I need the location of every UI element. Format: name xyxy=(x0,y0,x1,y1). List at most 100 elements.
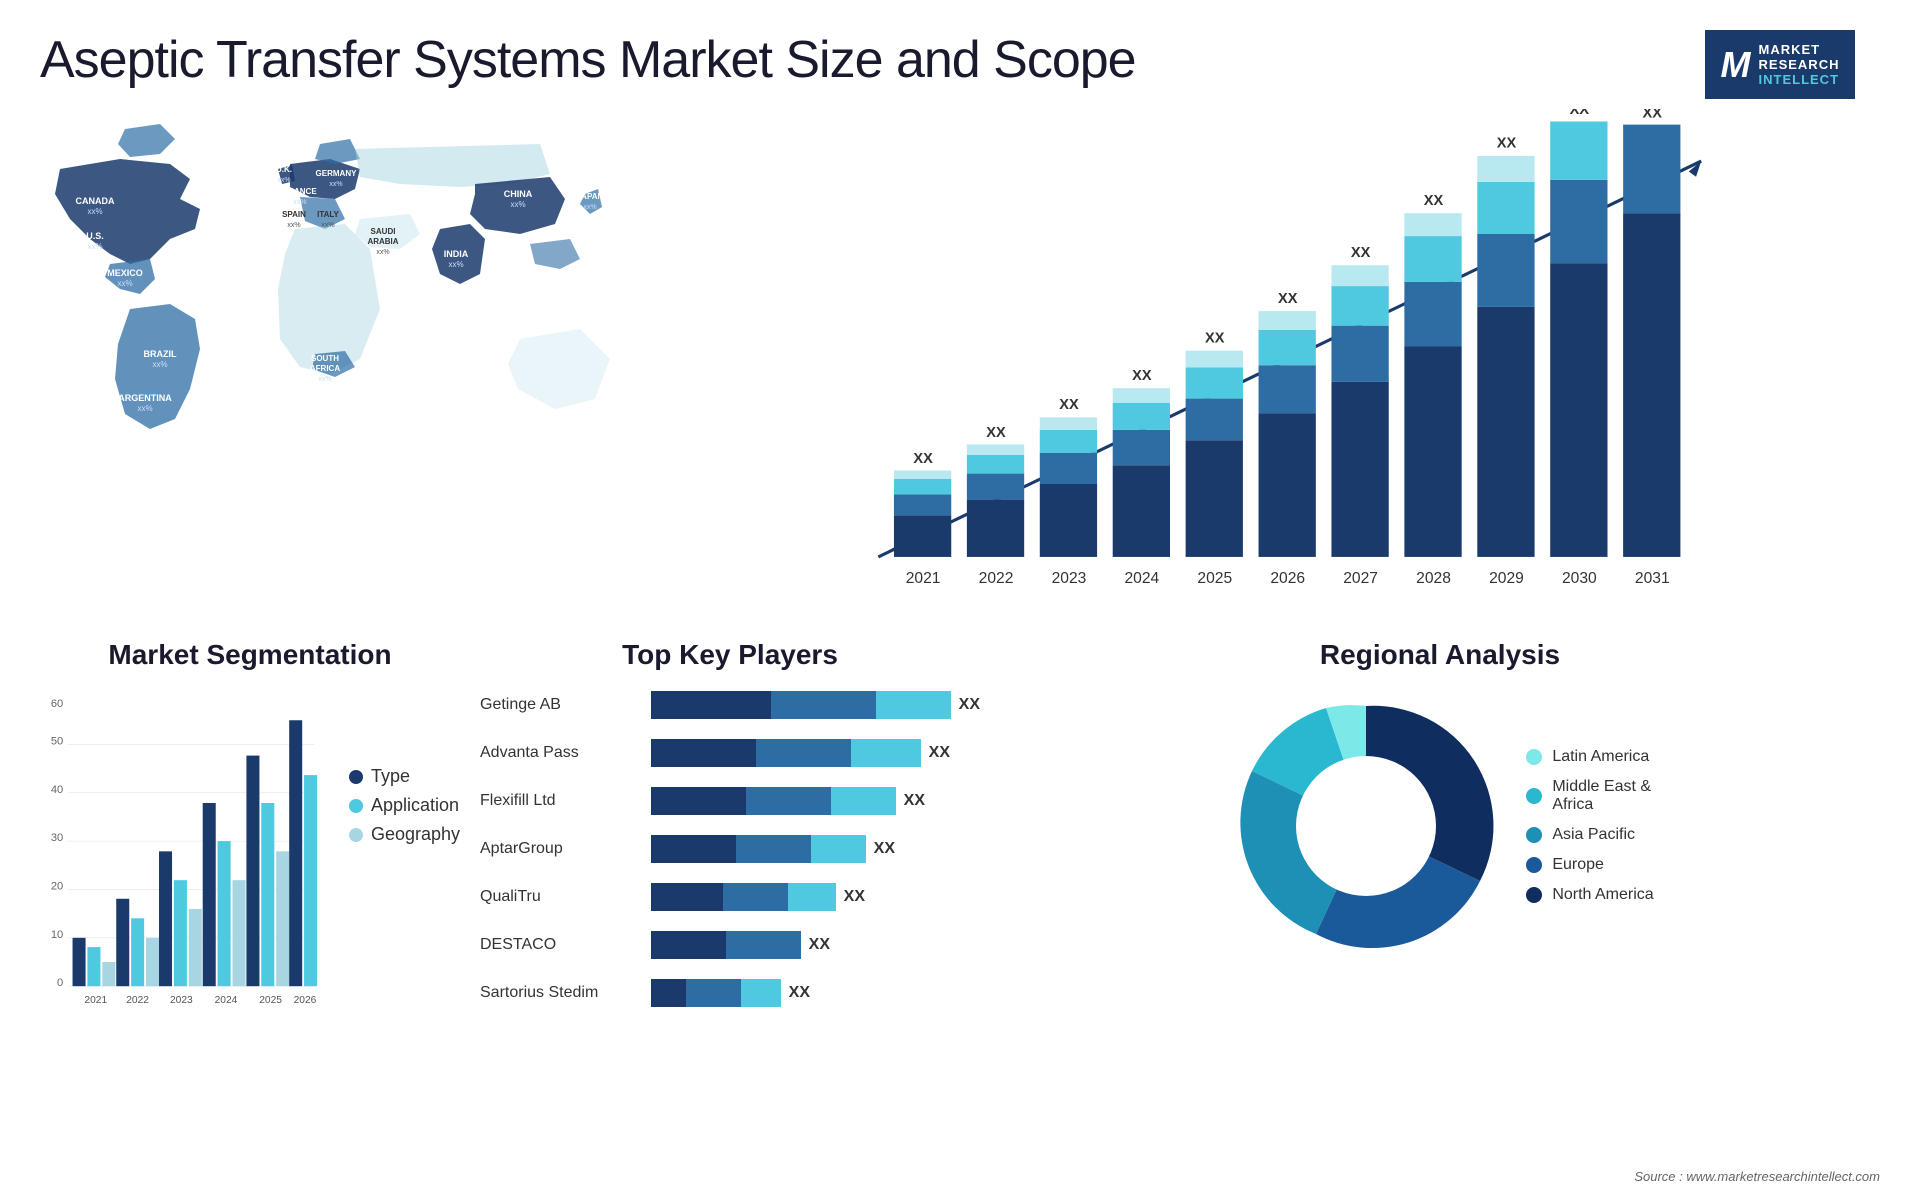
bar-row-2: XX xyxy=(651,782,980,820)
bar-4-value: XX xyxy=(844,888,865,906)
svg-text:xx%: xx% xyxy=(510,200,525,209)
bar-6-seg3 xyxy=(741,979,781,1007)
player-qualitru: QualiTru xyxy=(480,878,631,916)
world-map: CANADA xx% U.S. xx% MEXICO xx% BRAZIL xx… xyxy=(40,109,690,609)
segmentation-section: Market Segmentation 0 10 20 30 40 50 60 xyxy=(40,639,460,1159)
svg-text:ARABIA: ARABIA xyxy=(367,237,398,246)
segmentation-title: Market Segmentation xyxy=(40,639,460,671)
svg-text:2025: 2025 xyxy=(1197,570,1232,587)
bar-row-4: XX xyxy=(651,878,980,916)
svg-text:2022: 2022 xyxy=(979,570,1014,587)
europe-dot xyxy=(1526,857,1542,873)
svg-text:MEXICO: MEXICO xyxy=(107,268,143,278)
logo-text: MARKET RESEARCH INTELLECT xyxy=(1759,42,1840,87)
svg-text:XX: XX xyxy=(986,425,1006,441)
svg-text:xx%: xx% xyxy=(87,242,102,251)
svg-text:10: 10 xyxy=(51,929,63,941)
svg-text:2030: 2030 xyxy=(1562,570,1597,587)
middle-east-dot xyxy=(1526,788,1542,804)
bar-0-seg2 xyxy=(771,691,876,719)
legend-north-america: North America xyxy=(1526,886,1653,904)
player-destaco: DESTACO xyxy=(480,926,631,964)
svg-text:XX: XX xyxy=(1132,368,1152,384)
svg-text:xx%: xx% xyxy=(87,207,102,216)
svg-text:INDIA: INDIA xyxy=(444,249,469,259)
svg-text:xx%: xx% xyxy=(376,249,389,256)
players-list: Getinge AB Advanta Pass Flexifill Ltd Ap… xyxy=(480,686,980,1012)
svg-text:XX: XX xyxy=(1424,193,1444,209)
seg-legend-geography: Geography xyxy=(349,824,460,845)
bar-5-seg2 xyxy=(726,931,801,959)
bar-row-0: XX xyxy=(651,686,980,724)
donut-chart xyxy=(1226,686,1506,966)
logo-line1: MARKET xyxy=(1759,42,1840,57)
svg-text:xx%: xx% xyxy=(329,181,342,188)
svg-text:XX: XX xyxy=(1278,291,1298,307)
svg-text:XX: XX xyxy=(913,451,933,467)
bar-0 xyxy=(651,691,951,719)
top-content: CANADA xx% U.S. xx% MEXICO xx% BRAZIL xx… xyxy=(0,109,1920,629)
svg-text:0: 0 xyxy=(57,977,63,989)
players-bars: XX XX XX xyxy=(651,686,980,1012)
svg-text:xx%: xx% xyxy=(583,204,596,211)
bar-row-1: XX xyxy=(651,734,980,772)
latin-america-label: Latin America xyxy=(1552,748,1649,766)
bar-3-seg2 xyxy=(736,835,811,863)
seg-legend-type: Type xyxy=(349,766,460,787)
svg-text:2028: 2028 xyxy=(1416,570,1451,587)
svg-text:xx%: xx% xyxy=(448,260,463,269)
svg-text:AFRICA: AFRICA xyxy=(310,364,340,373)
bar-4-seg3 xyxy=(788,883,836,911)
bar-4 xyxy=(651,883,836,911)
regional-container: Latin America Middle East &Africa Asia P… xyxy=(1000,686,1880,966)
bar-3 xyxy=(651,835,866,863)
regional-title: Regional Analysis xyxy=(1000,639,1880,671)
svg-text:2024: 2024 xyxy=(215,995,238,1006)
type-label: Type xyxy=(371,766,410,787)
page-title: Aseptic Transfer Systems Market Size and… xyxy=(40,30,1136,90)
bar-1-seg1 xyxy=(651,739,756,767)
svg-text:XX: XX xyxy=(1643,109,1663,121)
svg-text:xx%: xx% xyxy=(321,222,334,229)
bar-6 xyxy=(651,979,781,1007)
bar-0-value: XX xyxy=(959,696,980,714)
bar-3-seg1 xyxy=(651,835,736,863)
legend-middle-east: Middle East &Africa xyxy=(1526,778,1653,814)
svg-text:GERMANY: GERMANY xyxy=(316,169,358,178)
svg-text:2021: 2021 xyxy=(84,995,107,1006)
map-svg: CANADA xx% U.S. xx% MEXICO xx% BRAZIL xx… xyxy=(40,109,690,589)
player-aptar: AptarGroup xyxy=(480,830,631,868)
svg-text:20: 20 xyxy=(51,880,63,892)
svg-text:XX: XX xyxy=(1497,136,1517,152)
key-players-title: Top Key Players xyxy=(480,639,980,671)
donut-svg xyxy=(1226,686,1506,966)
bar-2-seg2 xyxy=(746,787,831,815)
bar-4-seg2 xyxy=(723,883,788,911)
regional-legend: Latin America Middle East &Africa Asia P… xyxy=(1526,748,1653,904)
logo-box: M MARKET RESEARCH INTELLECT xyxy=(1705,30,1856,99)
svg-text:xx%: xx% xyxy=(287,222,300,229)
asia-pacific-dot xyxy=(1526,827,1542,843)
svg-text:xx%: xx% xyxy=(277,177,290,184)
svg-text:40: 40 xyxy=(51,784,63,796)
player-getinge: Getinge AB xyxy=(480,686,631,724)
seg-legend-application: Application xyxy=(349,795,460,816)
application-dot xyxy=(349,799,363,813)
application-label: Application xyxy=(371,795,459,816)
legend-latin-america: Latin America xyxy=(1526,748,1653,766)
europe-label: Europe xyxy=(1552,856,1604,874)
source-text: Source : www.marketresearchintellect.com xyxy=(0,1169,1920,1184)
geography-dot xyxy=(349,828,363,842)
key-players-section: Top Key Players Getinge AB Advanta Pass … xyxy=(480,639,980,1159)
bar-row-5: XX xyxy=(651,926,980,964)
logo-area: M MARKET RESEARCH INTELLECT xyxy=(1680,30,1880,99)
bar-0-seg3 xyxy=(876,691,951,719)
svg-text:ARGENTINA: ARGENTINA xyxy=(118,393,172,403)
svg-text:XX: XX xyxy=(1351,245,1371,261)
svg-text:SOUTH: SOUTH xyxy=(311,354,339,363)
middle-east-label: Middle East &Africa xyxy=(1552,778,1651,814)
bar-2-seg3 xyxy=(831,787,896,815)
bar-1-value: XX xyxy=(929,744,950,762)
player-sartorius: Sartorius Stedim xyxy=(480,974,631,1012)
asia-pacific-label: Asia Pacific xyxy=(1552,826,1635,844)
